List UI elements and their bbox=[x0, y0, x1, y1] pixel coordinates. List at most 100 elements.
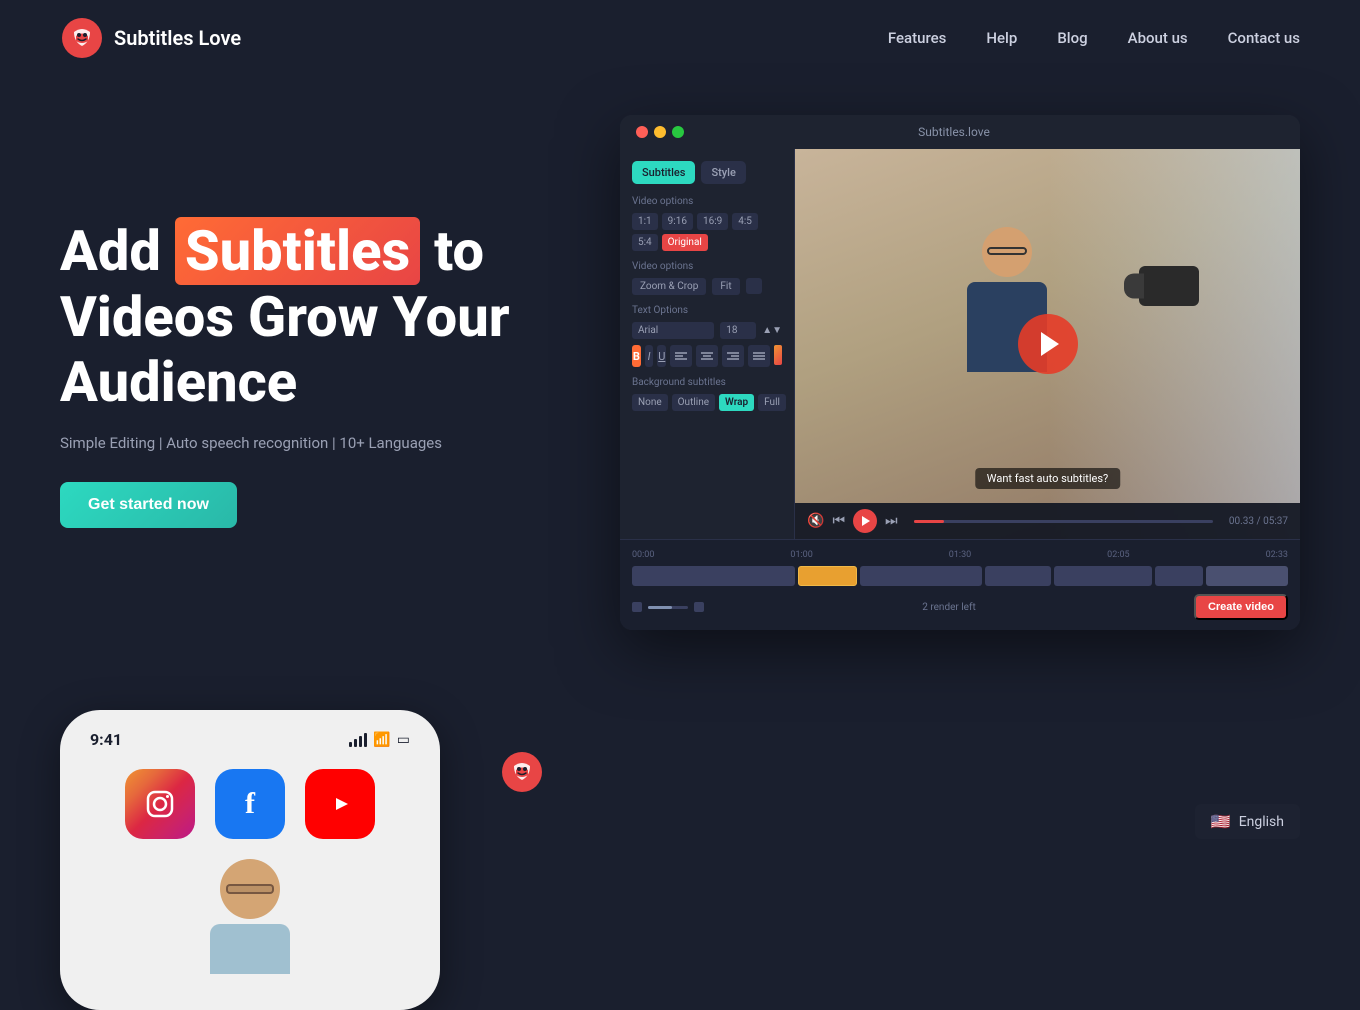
brand-logo-lower bbox=[500, 750, 544, 794]
color-picker[interactable] bbox=[774, 345, 782, 365]
format-italic[interactable]: I bbox=[645, 345, 654, 367]
facebook-icon[interactable]: f bbox=[215, 769, 285, 839]
instagram-icon[interactable] bbox=[125, 769, 195, 839]
mockup-timeline: 00:00 01:00 01:30 02:05 02:33 bbox=[620, 539, 1300, 630]
ar-4-5[interactable]: 4:5 bbox=[732, 213, 758, 230]
window-dot-red bbox=[636, 126, 648, 138]
bg-outline[interactable]: Outline bbox=[672, 394, 715, 411]
align-btns bbox=[670, 345, 770, 367]
nav-contact[interactable]: Contact us bbox=[1228, 29, 1300, 47]
ar-5-4[interactable]: 5:4 bbox=[632, 234, 658, 251]
phone-mockup-container: 9:41 📶 ▭ bbox=[60, 710, 460, 1010]
mockup-url: Subtitles.love bbox=[918, 125, 990, 139]
signal-bar-2 bbox=[354, 739, 357, 747]
mockup-preview: Want fast auto subtitles? 🔇 ⏮ ⏭ bbox=[795, 149, 1300, 539]
lower-section: 9:41 📶 ▭ bbox=[0, 710, 1360, 1010]
cta-button[interactable]: Get started now bbox=[60, 482, 237, 528]
avatar-head bbox=[220, 859, 280, 919]
hero-left: Add Subtitles toVideos Grow YourAudience… bbox=[60, 217, 560, 528]
flag-icon: 🇺🇸 bbox=[1211, 812, 1231, 831]
format-underline[interactable]: U bbox=[657, 345, 666, 367]
ro-fit[interactable]: Fit bbox=[712, 278, 739, 295]
zoom-slider[interactable] bbox=[648, 606, 688, 609]
bg-none[interactable]: None bbox=[632, 394, 668, 411]
create-video-button[interactable]: Create video bbox=[1194, 594, 1288, 620]
ar-1-1[interactable]: 1:1 bbox=[632, 213, 658, 230]
logo[interactable]: Subtitles Love bbox=[60, 16, 241, 60]
track-2 bbox=[860, 566, 982, 586]
bg-options: None Outline Wrap Full bbox=[632, 394, 782, 411]
subtitle-overlay: Want fast auto subtitles? bbox=[975, 468, 1121, 489]
youtube-icon[interactable] bbox=[305, 769, 375, 839]
phone-mockup: 9:41 📶 ▭ bbox=[60, 710, 440, 1010]
vc-prev[interactable]: ⏮ bbox=[832, 513, 845, 529]
navbar: Subtitles Love Features Help Blog About … bbox=[0, 0, 1360, 75]
progress-bar[interactable] bbox=[914, 520, 1213, 523]
nav-features[interactable]: Features bbox=[888, 29, 946, 47]
avatar-body bbox=[210, 924, 290, 974]
mockup-titlebar: Subtitles.love bbox=[620, 115, 1300, 149]
ro-zoom[interactable]: Zoom & Crop bbox=[632, 278, 706, 295]
logo-icon bbox=[60, 16, 104, 60]
video-controls: 🔇 ⏮ ⏭ 00.33 / 05:37 bbox=[795, 503, 1300, 539]
person-avatar bbox=[80, 859, 420, 974]
social-icons-row: f bbox=[80, 769, 420, 839]
font-size-arrows: ▲▼ bbox=[762, 325, 782, 336]
play-icon bbox=[1041, 332, 1059, 356]
language-selector[interactable]: 🇺🇸 English bbox=[1195, 804, 1300, 839]
ruler-1: 01:00 bbox=[790, 550, 812, 560]
hero-highlight: Subtitles bbox=[175, 217, 420, 285]
bg-wrap[interactable]: Wrap bbox=[719, 394, 754, 411]
vc-volume[interactable]: 🔇 bbox=[807, 513, 824, 529]
track-4 bbox=[1054, 566, 1152, 586]
wifi-icon: 📶 bbox=[373, 732, 390, 748]
render-info: 2 render left bbox=[922, 602, 976, 613]
tab-subtitles[interactable]: Subtitles bbox=[632, 161, 695, 184]
text-options-row: Arial 18 ▲▼ bbox=[632, 322, 782, 339]
ar-16-9[interactable]: 16:9 bbox=[697, 213, 728, 230]
ar-9-16[interactable]: 9:16 bbox=[662, 213, 693, 230]
font-size[interactable]: 18 bbox=[720, 322, 756, 339]
hero-title: Add Subtitles toVideos Grow YourAudience bbox=[60, 217, 560, 414]
video-options-label: Video options bbox=[632, 196, 782, 207]
camera-body bbox=[1139, 266, 1199, 306]
nav-help[interactable]: Help bbox=[986, 29, 1017, 47]
battery-icon: ▭ bbox=[397, 732, 410, 748]
signal-icon bbox=[349, 733, 367, 747]
ar-original[interactable]: Original bbox=[662, 234, 708, 251]
align-right[interactable] bbox=[722, 345, 744, 367]
hero-right: Subtitles.love Subtitles Style Video opt… bbox=[560, 115, 1300, 630]
nav-blog[interactable]: Blog bbox=[1057, 29, 1087, 47]
ro-checkbox[interactable] bbox=[746, 278, 762, 294]
align-justify[interactable] bbox=[748, 345, 770, 367]
vc-next[interactable]: ⏭ bbox=[885, 513, 898, 529]
signal-bar-1 bbox=[349, 742, 352, 747]
track-5 bbox=[1155, 566, 1204, 586]
zoom-fill bbox=[648, 606, 672, 609]
align-left[interactable] bbox=[670, 345, 692, 367]
window-dots bbox=[636, 126, 684, 138]
bg-label: Background subtitles bbox=[632, 377, 782, 388]
align-center[interactable] bbox=[696, 345, 718, 367]
bg-full[interactable]: Full bbox=[758, 394, 786, 411]
mockup-sidebar: Subtitles Style Video options 1:1 9:16 1… bbox=[620, 149, 795, 539]
avatar-glasses bbox=[226, 884, 274, 894]
track-active[interactable] bbox=[798, 566, 857, 586]
play-button[interactable] bbox=[1018, 314, 1078, 374]
ruler-4: 02:33 bbox=[1266, 550, 1288, 560]
language-text: English bbox=[1239, 814, 1284, 830]
tab-style[interactable]: Style bbox=[701, 161, 745, 184]
ruler-0: 00:00 bbox=[632, 550, 654, 560]
vc-play-icon bbox=[862, 516, 870, 526]
ruler-2: 01:30 bbox=[949, 550, 971, 560]
window-dot-green bbox=[672, 126, 684, 138]
signal-bar-4 bbox=[364, 733, 367, 747]
nav-about[interactable]: About us bbox=[1128, 29, 1188, 47]
aspect-ratios: 1:1 9:16 16:9 4:5 5:4 Original bbox=[632, 213, 782, 251]
font-select[interactable]: Arial bbox=[632, 322, 714, 339]
format-bold[interactable]: B bbox=[632, 345, 641, 367]
timeline-footer: 2 render left Create video bbox=[632, 594, 1288, 620]
track-3 bbox=[985, 566, 1050, 586]
video-frame: Want fast auto subtitles? 🔇 ⏮ ⏭ bbox=[795, 149, 1300, 539]
vc-play[interactable] bbox=[853, 509, 877, 533]
